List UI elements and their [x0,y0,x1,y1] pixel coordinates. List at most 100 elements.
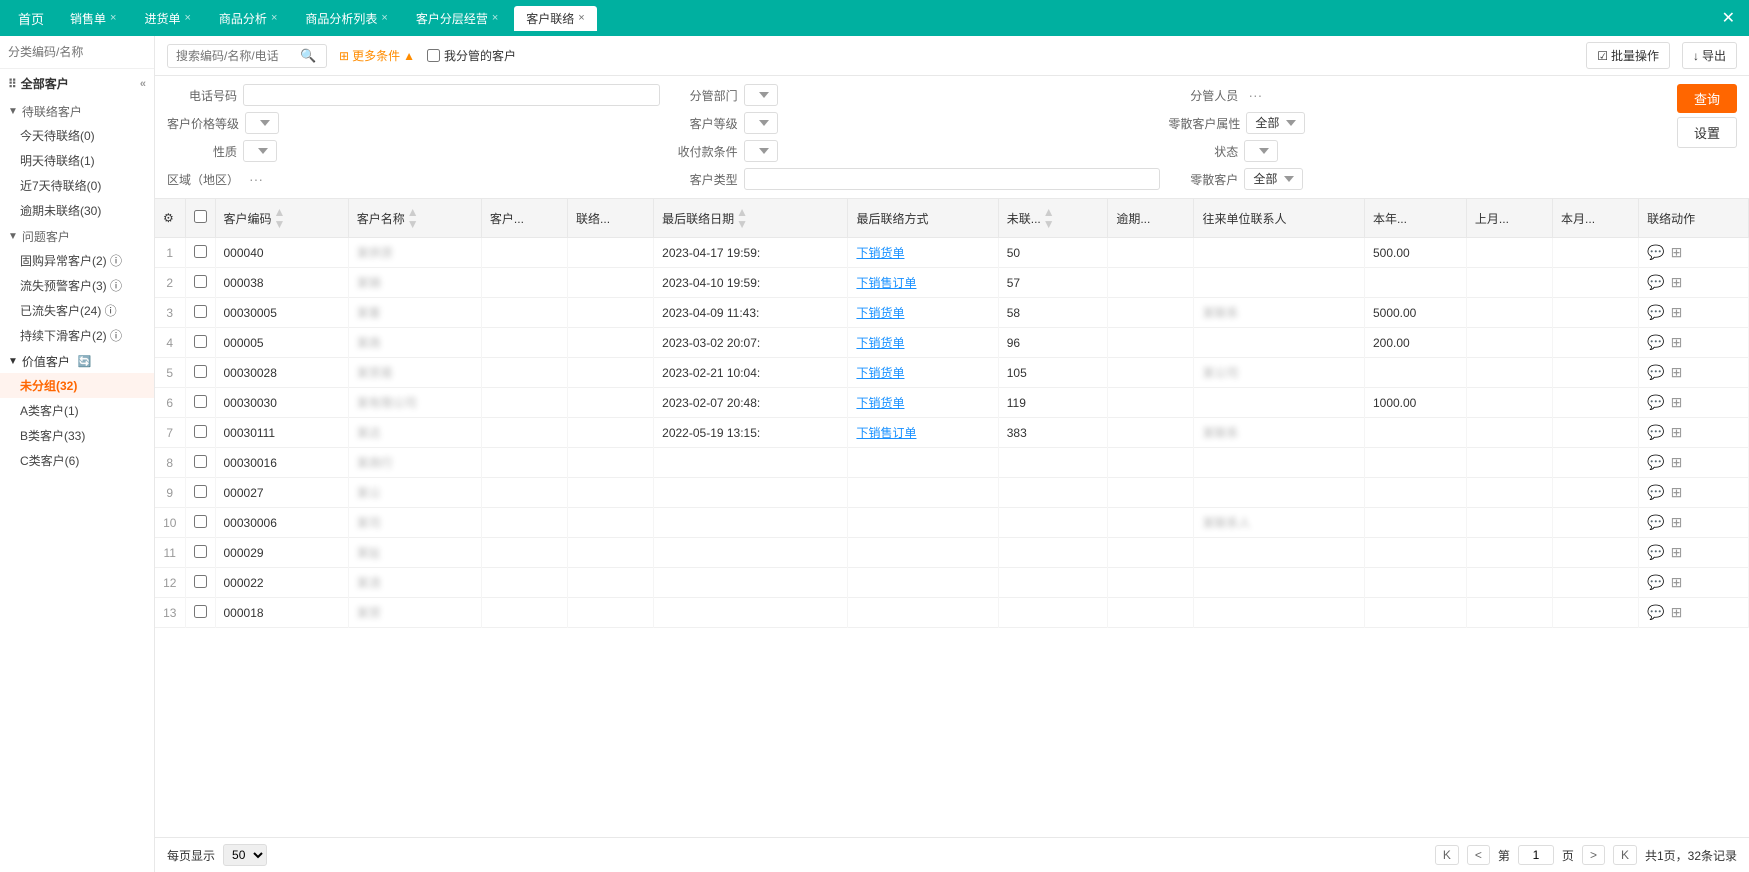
row-checkbox[interactable] [194,275,207,288]
sidebar-search-input[interactable] [8,45,155,59]
more-icon[interactable]: ⊞ [1671,424,1683,441]
last-contact-method[interactable]: 下销货单 [848,238,998,268]
window-close-button[interactable]: ✕ [1716,8,1741,28]
more-icon[interactable]: ⊞ [1671,484,1683,501]
tab-purchase[interactable]: 进货单 × [132,6,202,31]
page-size-select[interactable]: 50 [223,844,267,866]
row-checkbox[interactable] [194,605,207,618]
message-icon[interactable]: 💬 [1647,334,1664,351]
th-last-method[interactable]: 最后联络方式 [848,199,998,238]
last-contact-method[interactable]: 下销售订单 [848,268,998,298]
last-contact-method[interactable]: 下销售订单 [848,418,998,448]
sidebar-item-churn-warning[interactable]: 流失预警客户(3) ⓘ [0,273,154,298]
prev-page-button[interactable]: < [1467,845,1490,865]
last-contact-method[interactable]: 下销货单 [848,298,998,328]
sidebar-item-today-pending[interactable]: 今天待联络(0) [0,123,154,148]
more-icon[interactable]: ⊞ [1671,544,1683,561]
last-contact-method[interactable]: 下销货单 [848,358,998,388]
row-checkbox[interactable] [194,545,207,558]
th-customer-cat[interactable]: 客户... [481,199,567,238]
tab-product-analysis[interactable]: 商品分析 × [207,6,289,31]
sidebar-item-churned[interactable]: 已流失客户(24) ⓘ [0,298,154,323]
search-input[interactable] [176,49,296,63]
message-icon[interactable]: 💬 [1647,424,1664,441]
close-icon[interactable]: × [578,12,584,24]
more-icon[interactable]: ⊞ [1671,454,1683,471]
price-level-select[interactable] [245,112,279,134]
more-icon[interactable]: ⊞ [1671,334,1683,351]
query-button[interactable]: 查询 [1677,84,1737,113]
sidebar-item-classC[interactable]: C类客户(6) [0,448,154,473]
row-checkbox-cell[interactable] [185,418,215,448]
sidebar-item-overdue[interactable]: 逾期未联络(30) [0,198,154,223]
more-icon[interactable]: ⊞ [1671,514,1683,531]
my-customers-checkbox[interactable] [427,49,440,62]
row-checkbox[interactable] [194,455,207,468]
last-page-button[interactable]: K [1613,845,1637,865]
retail-customer-select[interactable]: 全部 [1244,168,1303,190]
message-icon[interactable]: 💬 [1647,274,1664,291]
sidebar-item-tomorrow-pending[interactable]: 明天待联络(1) [0,148,154,173]
row-checkbox[interactable] [194,395,207,408]
tab-customer-contact[interactable]: 客户联络 × [514,6,596,31]
row-checkbox[interactable] [194,245,207,258]
close-icon[interactable]: × [271,12,277,24]
reset-button[interactable]: 设置 [1677,117,1737,148]
row-checkbox-cell[interactable] [185,448,215,478]
message-icon[interactable]: 💬 [1647,514,1664,531]
sidebar-item-classA[interactable]: A类客户(1) [0,398,154,423]
close-icon[interactable]: × [381,12,387,24]
next-page-button[interactable]: > [1582,845,1605,865]
batch-op-button[interactable]: ☑ 批量操作 [1586,42,1670,69]
row-checkbox-cell[interactable] [185,388,215,418]
message-icon[interactable]: 💬 [1647,454,1664,471]
close-icon[interactable]: × [184,12,190,24]
th-overdue[interactable]: 逾期... [1108,199,1194,238]
message-icon[interactable]: 💬 [1647,394,1664,411]
message-icon[interactable]: 💬 [1647,604,1664,621]
region-dots-button[interactable]: ··· [245,171,267,187]
more-icon[interactable]: ⊞ [1671,304,1683,321]
row-checkbox-cell[interactable] [185,538,215,568]
sidebar-group-pending[interactable]: ▼ 待联络客户 [0,98,154,123]
close-icon[interactable]: × [110,12,116,24]
th-this-year[interactable]: 本年... [1364,199,1466,238]
sidebar-item-ungroup[interactable]: 未分组(32) [0,373,154,398]
row-checkbox-cell[interactable] [185,598,215,628]
my-customers-checkbox-label[interactable]: 我分管的客户 [427,47,516,64]
settings-icon[interactable]: ⚙ [163,211,174,225]
more-icon[interactable]: ⊞ [1671,574,1683,591]
row-checkbox[interactable] [194,335,207,348]
customer-level-select[interactable] [744,112,778,134]
th-contact[interactable]: 联络... [568,199,654,238]
sidebar-item-abnormal[interactable]: 固购异常客户(2) ⓘ [0,248,154,273]
th-last-date[interactable]: 最后联络日期 ▲▼ [654,199,848,238]
row-checkbox-cell[interactable] [185,268,215,298]
first-page-button[interactable]: K [1435,845,1459,865]
all-customers-header[interactable]: ⠿ 全部客户 « [0,69,154,98]
row-checkbox[interactable] [194,305,207,318]
th-checkbox[interactable] [185,199,215,238]
customer-type-input[interactable] [744,168,1161,190]
row-checkbox-cell[interactable] [185,358,215,388]
row-checkbox[interactable] [194,365,207,378]
row-checkbox[interactable] [194,575,207,588]
nature-select[interactable] [243,140,277,162]
row-checkbox-cell[interactable] [185,238,215,268]
row-checkbox-cell[interactable] [185,298,215,328]
th-this-month[interactable]: 本月... [1553,199,1639,238]
sidebar-group-problem[interactable]: ▼ 问题客户 [0,223,154,248]
sidebar-item-declining[interactable]: 持续下滑客户(2) ⓘ [0,323,154,348]
more-icon[interactable]: ⊞ [1671,274,1683,291]
row-checkbox-cell[interactable] [185,328,215,358]
th-no-contact[interactable]: 未联... ▲▼ [998,199,1108,238]
sidebar-item-classB[interactable]: B类客户(33) [0,423,154,448]
status-select[interactable] [1244,140,1278,162]
tab-customer-tier[interactable]: 客户分层经营 × [404,6,510,31]
dept-select[interactable] [744,84,778,106]
th-last-month[interactable]: 上月... [1466,199,1552,238]
export-button[interactable]: ↓ 导出 [1682,42,1737,69]
last-contact-method[interactable]: 下销货单 [848,388,998,418]
more-icon[interactable]: ⊞ [1671,394,1683,411]
close-icon[interactable]: × [492,12,498,24]
